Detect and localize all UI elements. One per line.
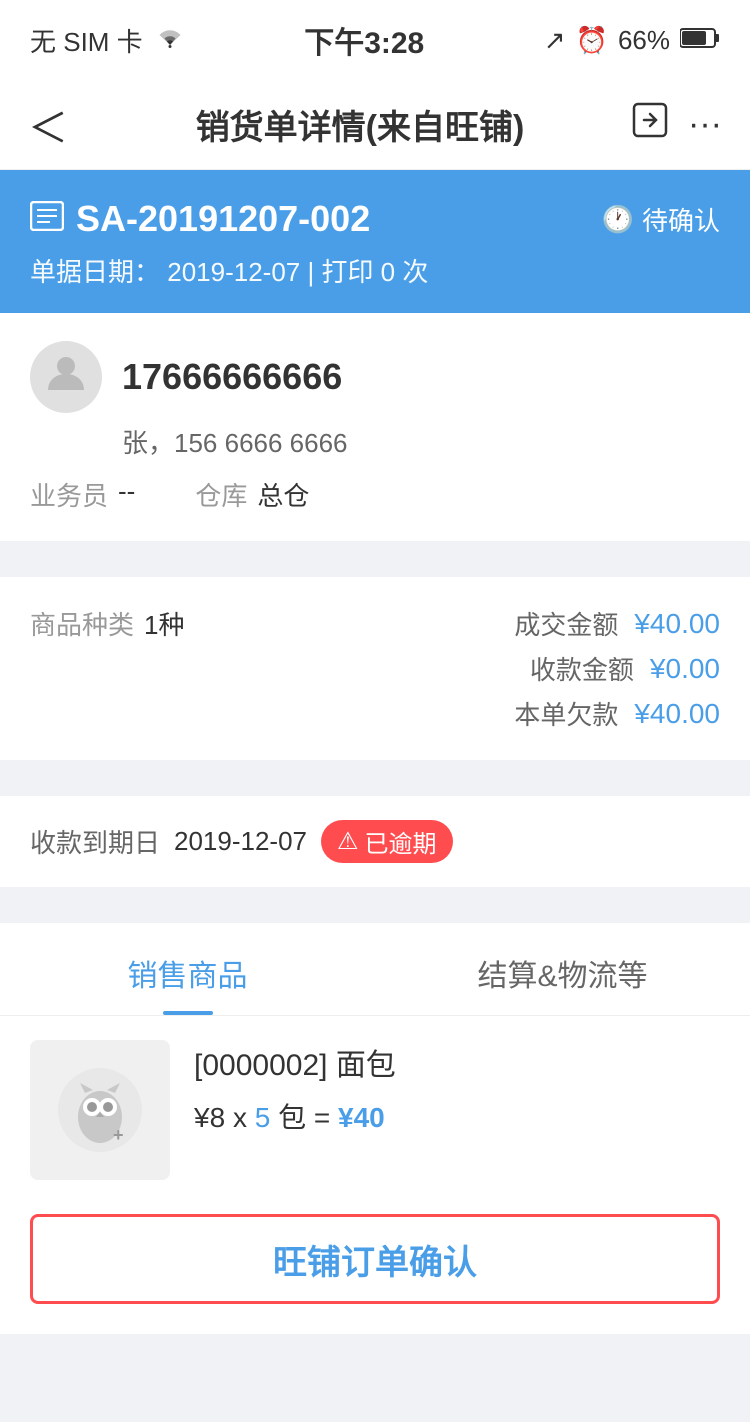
due-date-section: 收款到期日 2019-12-07 ⚠ 已逾期 (0, 796, 750, 887)
amount-value: ¥40.00 (634, 608, 720, 640)
owed-row: 本单欠款 ¥40.00 (514, 695, 720, 732)
divider-3 (0, 905, 750, 923)
product-section: + [0000002] 面包 ¥8 x 5 包 = ¥40 (0, 1016, 750, 1204)
product-total: ¥40 (338, 1102, 385, 1133)
received-label: 收款金额 (530, 650, 634, 687)
battery-icon (680, 25, 720, 56)
overdue-badge: ⚠ 已逾期 (321, 820, 453, 863)
more-icon[interactable]: ··· (688, 105, 722, 144)
customer-name: 张，156 6666 6666 (122, 423, 720, 460)
clock-icon: 🕐 (602, 204, 634, 235)
received-value: ¥0.00 (650, 653, 720, 685)
page-title: 销货单详情(来自旺铺) (88, 100, 632, 149)
tabs-section: 销售商品 结算&物流等 (0, 923, 750, 1016)
location-icon: ↗ (544, 25, 566, 56)
due-label: 收款到期日 (30, 823, 160, 860)
types-label: 商品种类 (30, 605, 134, 642)
customer-section: 17666666666 张，156 6666 6666 业务员 -- 仓库 总仓 (0, 313, 750, 541)
customer-phone: 17666666666 (122, 356, 342, 398)
alarm-icon: ⏰ (576, 25, 608, 56)
salesperson-label: 业务员 (30, 476, 108, 513)
warehouse-meta: 仓库 总仓 (195, 476, 309, 513)
order-header-card: SA-20191207-002 🕐 待确认 单据日期： 2019-12-07 |… (0, 170, 750, 313)
battery-text: 66% (618, 25, 670, 56)
bottom-bar: 旺铺订单确认 (0, 1198, 750, 1334)
types-value: 1种 (144, 605, 184, 642)
nav-actions: ··· (632, 102, 722, 147)
divider-1 (0, 559, 750, 577)
nav-bar: ＜ 销货单详情(来自旺铺) ··· (0, 80, 750, 170)
salesperson-value: -- (118, 476, 135, 513)
product-price: ¥8 x 5 包 = ¥40 (194, 1096, 720, 1136)
summary-left: 商品种类 1种 (30, 605, 184, 642)
divider-2 (0, 778, 750, 796)
avatar (30, 341, 102, 413)
overdue-text: 已逾期 (365, 824, 437, 859)
tabs-row: 销售商品 结算&物流等 (0, 923, 750, 1016)
order-date-line: 单据日期： 2019-12-07 | 打印 0 次 (30, 252, 720, 289)
share-icon[interactable] (632, 102, 668, 147)
product-types: 商品种类 1种 (30, 605, 184, 642)
summary-right: 成交金额 ¥40.00 收款金额 ¥0.00 本单欠款 ¥40.00 (514, 605, 720, 732)
status-badge: 🕐 待确认 (602, 201, 720, 238)
received-row: 收款金额 ¥0.00 (530, 650, 720, 687)
product-thumb-icon: + (55, 1065, 145, 1155)
warehouse-label: 仓库 (195, 476, 247, 513)
status-bar: 无 SIM 卡 下午3:28 ↗ ⏰ 66% (0, 0, 750, 80)
summary-section: 商品种类 1种 成交金额 ¥40.00 收款金额 ¥0.00 本单欠款 ¥40.… (0, 577, 750, 760)
wifi-icon (155, 25, 185, 56)
user-icon (44, 350, 88, 404)
tab-sales-product[interactable]: 销售商品 (0, 923, 375, 1015)
salesperson-meta: 业务员 -- (30, 476, 135, 513)
owed-value: ¥40.00 (634, 698, 720, 730)
product-qty: 5 (255, 1102, 271, 1133)
customer-meta: 业务员 -- 仓库 总仓 (30, 476, 720, 513)
order-icon (30, 198, 64, 240)
product-info: [0000002] 面包 ¥8 x 5 包 = ¥40 (194, 1040, 720, 1136)
warehouse-value: 总仓 (257, 476, 309, 513)
product-item: + [0000002] 面包 ¥8 x 5 包 = ¥40 (30, 1040, 720, 1180)
amount-row: 成交金额 ¥40.00 (514, 605, 720, 642)
due-date-value: 2019-12-07 (174, 826, 307, 857)
back-button[interactable]: ＜ (28, 96, 68, 154)
order-id: SA-20191207-002 (30, 198, 370, 240)
product-thumbnail: + (30, 1040, 170, 1180)
svg-text:+: + (113, 1125, 124, 1145)
amount-label: 成交金额 (514, 605, 618, 642)
tab-settlement[interactable]: 结算&物流等 (375, 923, 750, 1015)
status-time: 下午3:28 (304, 18, 424, 62)
no-sim-text: 无 SIM 卡 (30, 22, 143, 59)
status-right: ↗ ⏰ 66% (544, 25, 720, 56)
owed-label: 本单欠款 (514, 695, 618, 732)
product-name: [0000002] 面包 (194, 1040, 720, 1084)
confirm-button[interactable]: 旺铺订单确认 (30, 1214, 720, 1304)
status-left: 无 SIM 卡 (30, 22, 185, 59)
warning-icon: ⚠ (337, 827, 359, 856)
